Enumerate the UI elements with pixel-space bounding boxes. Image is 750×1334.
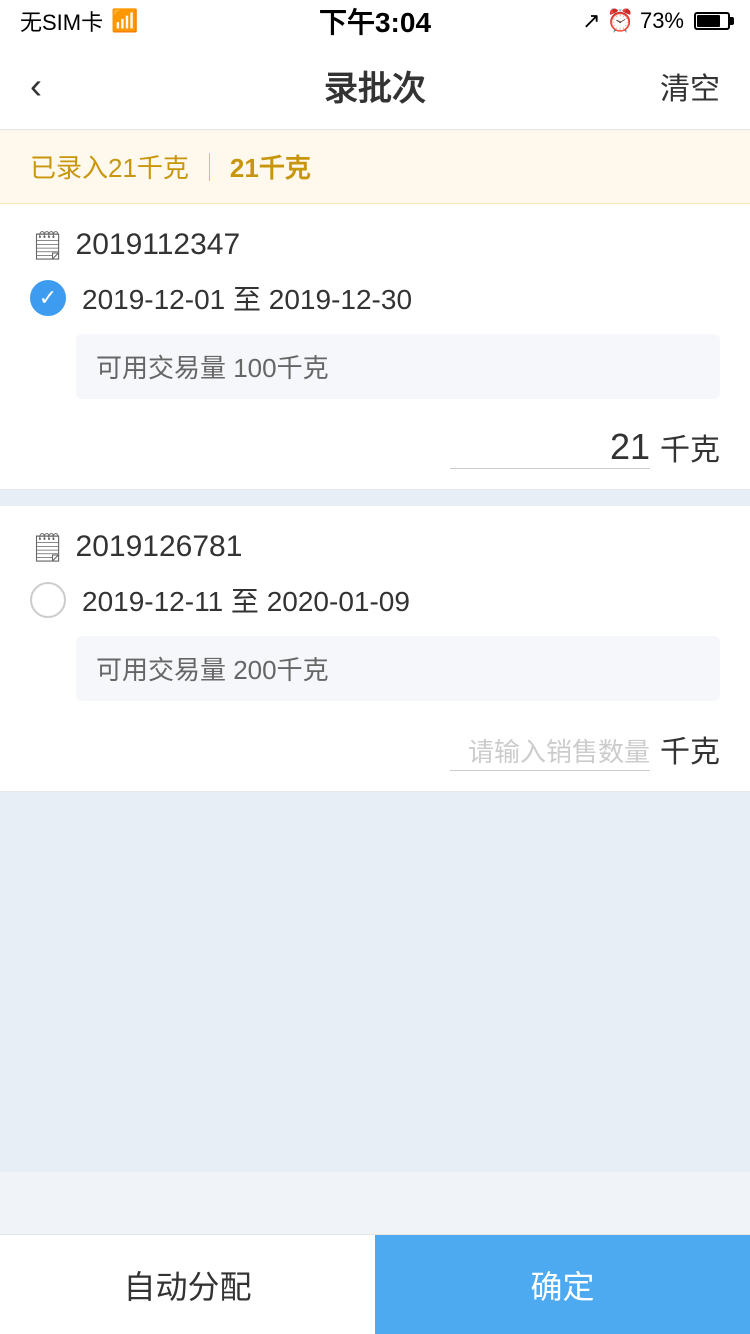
batch-date-row-1: 2019-12-01 至 2019-12-30	[0, 270, 750, 326]
batch-available-1: 可用交易量 100千克	[76, 334, 720, 399]
auto-distribute-button[interactable]: 自动分配	[0, 1235, 375, 1334]
batch-item-1: 🗒 2019112347 2019-12-01 至 2019-12-30 可用交…	[0, 204, 750, 490]
battery-text: 73%	[640, 8, 684, 34]
batch-date-2: 2019-12-11 至 2020-01-09	[82, 580, 410, 620]
batch-radio-2[interactable]	[30, 582, 66, 618]
confirm-button[interactable]: 确定	[375, 1235, 750, 1334]
batch-item-2: 🗒 2019126781 2019-12-11 至 2020-01-09 可用交…	[0, 506, 750, 792]
summary-amount: 21千克	[230, 148, 311, 185]
section-separator	[0, 490, 750, 506]
quantity-row-2: 千克	[0, 717, 750, 792]
empty-area	[0, 792, 750, 1172]
quantity-row-1: 千克	[0, 415, 750, 490]
batch-radio-1[interactable]	[30, 280, 66, 316]
page-title: 录批次	[324, 61, 426, 110]
status-left: 无SIM卡 📶	[20, 5, 139, 37]
batch-id-icon-2: 🗒	[30, 531, 66, 564]
status-time: 下午3:04	[319, 1, 431, 41]
bottom-bar: 自动分配 确定	[0, 1234, 750, 1334]
carrier-text: 无SIM卡	[20, 5, 103, 37]
summary-banner: 已录入21千克 21千克	[0, 130, 750, 204]
batch-date-row-2: 2019-12-11 至 2020-01-09	[0, 572, 750, 628]
nav-bar: ‹ 录批次 清空	[0, 42, 750, 130]
quantity-unit-1: 千克	[660, 425, 720, 469]
wifi-icon: 📶	[111, 8, 138, 34]
clear-button[interactable]: 清空	[660, 64, 720, 108]
batch-header-2: 🗒 2019126781	[0, 506, 750, 572]
batch-available-2: 可用交易量 200千克	[76, 636, 720, 701]
back-button[interactable]: ‹	[30, 65, 42, 107]
summary-divider	[209, 153, 210, 181]
batch-id-2: 2019126781	[76, 530, 243, 564]
alarm-icon: ⏰	[607, 8, 634, 34]
batch-id-icon-1: 🗒	[30, 229, 66, 262]
battery-icon	[694, 12, 730, 30]
batch-date-1: 2019-12-01 至 2019-12-30	[82, 278, 412, 318]
quantity-input-1[interactable]	[450, 426, 650, 469]
status-bar: 无SIM卡 📶 下午3:04 ↗ ⏰ 73%	[0, 0, 750, 42]
batch-header-1: 🗒 2019112347	[0, 204, 750, 270]
recorded-label: 已录入21千克	[30, 148, 189, 185]
quantity-input-2[interactable]	[450, 728, 650, 771]
status-right: ↗ ⏰ 73%	[582, 8, 730, 34]
batch-id-1: 2019112347	[76, 228, 241, 262]
location-icon: ↗	[582, 8, 600, 34]
quantity-unit-2: 千克	[660, 727, 720, 771]
